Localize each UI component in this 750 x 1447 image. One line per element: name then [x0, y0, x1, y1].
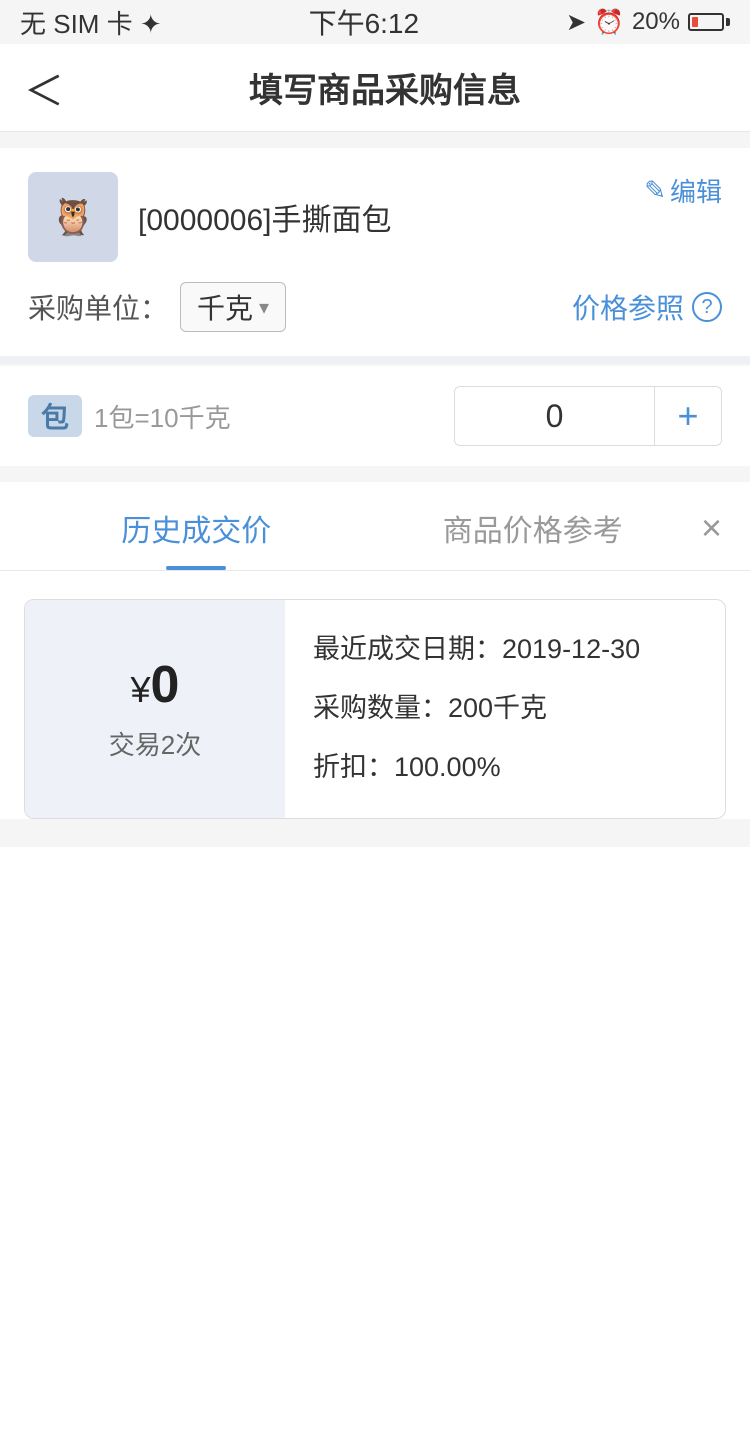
chevron-down-icon: ▾ — [259, 295, 269, 320]
trade-detail-quantity: 采购数量：200千克 — [313, 687, 697, 730]
trade-detail-date: 最近成交日期：2019-12-30 — [313, 628, 697, 671]
status-right-group: ➤ ⏰ 20% — [566, 8, 730, 37]
trade-detail-discount: 折扣：100.00% — [313, 746, 697, 789]
price-reference-button[interactable]: 价格参照 ? — [572, 287, 722, 327]
price-ref-label: 价格参照 — [572, 287, 684, 327]
tab-history-price[interactable]: 历史成交价 — [28, 482, 364, 570]
status-time: 下午6:12 — [309, 2, 420, 42]
date-label: 最近成交日期： — [313, 634, 502, 664]
trade-card: ¥0 交易2次 最近成交日期：2019-12-30 采购数量：200千克 折扣：… — [24, 599, 726, 819]
info-icon: ? — [692, 292, 722, 322]
edit-label: 编辑 — [670, 172, 722, 209]
edit-icon: ✎ — [644, 175, 666, 206]
empty-content-area — [0, 847, 750, 1447]
unit-value: 千克 — [197, 287, 253, 327]
edit-button[interactable]: ✎ 编辑 — [644, 172, 722, 209]
product-logo-icon: 🦉 — [51, 196, 96, 238]
page-title: 填写商品采购信息 — [84, 63, 686, 112]
unit-conversion-label: 1包=10千克 — [94, 398, 231, 435]
trade-card-details: 最近成交日期：2019-12-30 采购数量：200千克 折扣：100.00% — [285, 600, 725, 818]
unit-box-label: 包 — [28, 395, 82, 437]
status-carrier: 无 SIM 卡 ✦ — [20, 4, 162, 41]
product-thumbnail: 🦉 — [28, 172, 118, 262]
status-bar: 无 SIM 卡 ✦ 下午6:12 ➤ ⏰ 20% — [0, 0, 750, 44]
battery-icon — [688, 13, 730, 31]
discount-value: 100.00% — [394, 752, 501, 782]
trade-price: ¥0 — [131, 655, 180, 715]
quantity-plus-button[interactable]: + — [654, 386, 722, 446]
tab-price-reference[interactable]: 商品价格参考 — [364, 482, 700, 570]
product-info-left: 🦉 [0000006]手撕面包 — [28, 172, 391, 262]
quantity-label: 采购数量： — [313, 693, 448, 723]
quantity-input[interactable]: 0 — [454, 386, 654, 446]
unit-selector-group: 采购单位： 千克 ▾ — [28, 282, 286, 332]
product-section: 🦉 [0000006]手撕面包 ✎ 编辑 采购单位： 千克 ▾ 价格参照 ? — [0, 148, 750, 356]
alarm-icon: ⏰ — [594, 8, 624, 37]
currency-symbol: ¥ — [131, 669, 151, 710]
tabs-header: 历史成交价 商品价格参考 × — [0, 482, 750, 571]
quantity-input-group: 0 + — [454, 386, 722, 446]
product-name: [0000006]手撕面包 — [138, 195, 391, 239]
date-value: 2019-12-30 — [502, 634, 640, 664]
quantity-section: 包 1包=10千克 0 + — [0, 366, 750, 466]
trade-card-price-panel: ¥0 交易2次 — [25, 600, 285, 818]
unit-dropdown[interactable]: 千克 ▾ — [180, 282, 286, 332]
price-value: 0 — [151, 656, 180, 714]
location-icon: ➤ — [566, 8, 586, 37]
quantity-value: 0 — [546, 398, 564, 435]
unit-label: 采购单位： — [28, 287, 168, 327]
quantity-detail-value: 200千克 — [448, 693, 547, 723]
trade-count: 交易2次 — [109, 725, 201, 762]
nav-bar: ＜ 填写商品采购信息 — [0, 44, 750, 132]
tabs-close-button[interactable]: × — [701, 483, 722, 569]
tabs-section: 历史成交价 商品价格参考 × ¥0 交易2次 最近成交日期：2019-12-30… — [0, 482, 750, 819]
battery-percent: 20% — [632, 8, 680, 36]
back-button[interactable]: ＜ — [24, 59, 84, 117]
section-divider — [0, 356, 750, 364]
discount-label: 折扣： — [313, 752, 394, 782]
quantity-unit-group: 包 1包=10千克 — [28, 395, 231, 437]
